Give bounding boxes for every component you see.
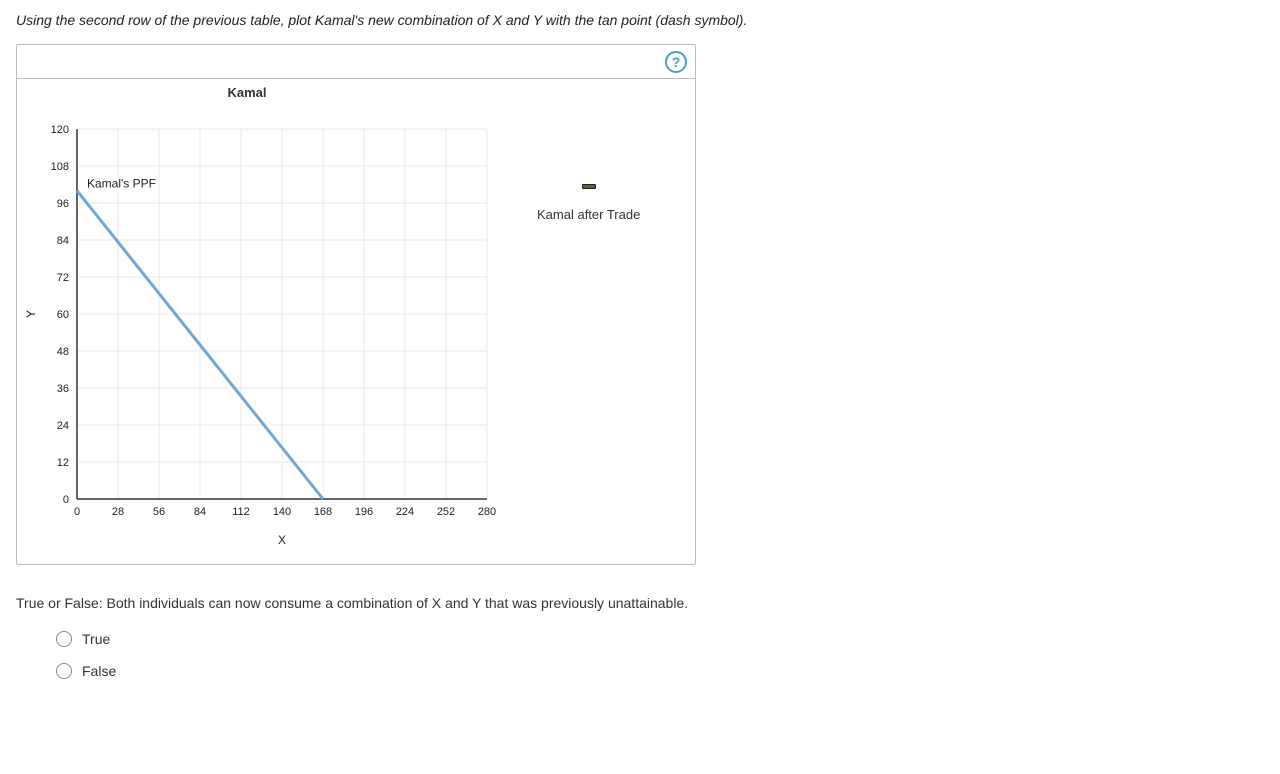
svg-text:252: 252	[437, 506, 455, 518]
chart-legend: Kamal after Trade	[507, 124, 640, 222]
svg-text:0: 0	[63, 494, 69, 506]
svg-text:Y: Y	[24, 310, 38, 318]
svg-text:28: 28	[112, 506, 124, 518]
svg-text:X: X	[278, 533, 286, 547]
svg-text:196: 196	[355, 506, 373, 518]
svg-text:108: 108	[51, 161, 69, 173]
option-false[interactable]: False	[56, 663, 1264, 679]
panel-header: ?	[17, 45, 695, 79]
option-true-label: True	[82, 631, 110, 647]
svg-text:140: 140	[273, 506, 291, 518]
help-button[interactable]: ?	[665, 51, 687, 73]
svg-text:36: 36	[57, 383, 69, 395]
radio-icon[interactable]	[56, 631, 72, 647]
svg-text:0: 0	[74, 506, 80, 518]
option-false-label: False	[82, 663, 116, 679]
svg-text:24: 24	[57, 420, 69, 432]
chart-panel: ? Kamal 0 28 56 84 112 140 168 196 224 252 280 0 12 2…	[16, 44, 696, 565]
svg-text:96: 96	[57, 198, 69, 210]
svg-text:60: 60	[57, 309, 69, 321]
svg-text:84: 84	[57, 235, 69, 247]
question-text: True or False: Both individuals can now …	[16, 595, 1264, 611]
chart-plot-area[interactable]: 0 28 56 84 112 140 168 196 224 252 280 0 12 24 36 48 60 7…	[17, 124, 507, 554]
answer-options: True False	[16, 631, 1264, 679]
svg-text:112: 112	[232, 506, 250, 518]
chart-svg[interactable]: 0 28 56 84 112 140 168 196 224 252 280 0 12 24 36 48 60 7…	[17, 124, 507, 554]
legend-label: Kamal after Trade	[537, 207, 640, 222]
svg-text:72: 72	[57, 272, 69, 284]
svg-text:84: 84	[194, 506, 206, 518]
instruction-text: Using the second row of the previous tab…	[16, 12, 1264, 28]
svg-text:56: 56	[153, 506, 165, 518]
svg-text:280: 280	[478, 506, 496, 518]
svg-text:12: 12	[57, 457, 69, 469]
svg-text:168: 168	[314, 506, 332, 518]
svg-text:120: 120	[51, 124, 69, 136]
chart-title: Kamal	[17, 85, 417, 100]
svg-text:48: 48	[57, 346, 69, 358]
svg-text:224: 224	[396, 506, 414, 518]
dash-icon[interactable]	[582, 184, 596, 189]
radio-icon[interactable]	[56, 663, 72, 679]
option-true[interactable]: True	[56, 631, 1264, 647]
svg-text:Kamal's PPF: Kamal's PPF	[87, 177, 156, 191]
